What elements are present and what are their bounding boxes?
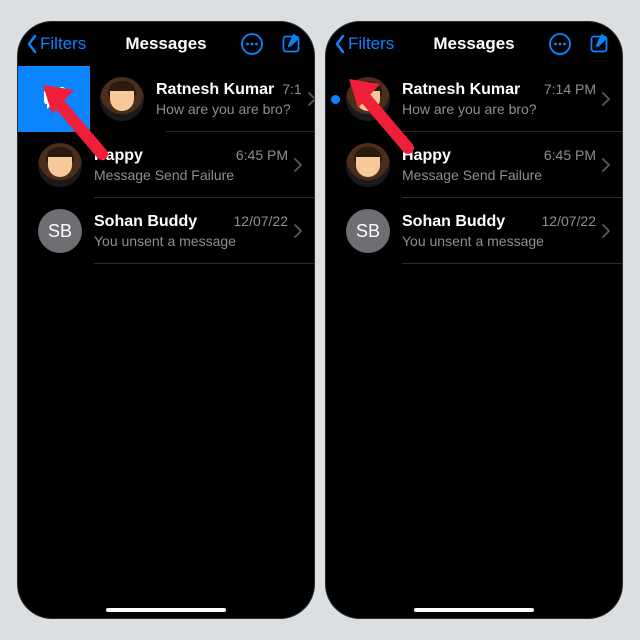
sender-label: Ratnesh Kumar	[402, 81, 536, 99]
list-item[interactable]: Happy 6:45 PM Message Send Failure	[18, 132, 314, 198]
preview-label: How are you are bro?	[402, 101, 596, 117]
back-label: Filters	[40, 34, 86, 54]
conversation-list: Ratnesh Kumar 7:14 PM How are you are br…	[326, 66, 622, 264]
preview-label: Message Send Failure	[94, 167, 288, 183]
compose-icon	[280, 32, 304, 56]
time-label: 7:1	[282, 81, 301, 97]
back-label: Filters	[348, 34, 394, 54]
mark-unread-icon	[39, 84, 69, 114]
list-item[interactable]: SB Sohan Buddy 12/07/22 You unsent a mes…	[18, 198, 314, 264]
unread-col	[326, 95, 344, 104]
more-button[interactable]	[240, 32, 264, 56]
time-label: 12/07/22	[542, 213, 597, 229]
chevron-left-icon	[334, 34, 346, 54]
nav-actions	[548, 32, 612, 56]
chevron-right-icon	[602, 158, 610, 172]
time-label: 6:45 PM	[544, 147, 596, 163]
row-main: Ratnesh Kumar 7:1 How are you are bro?	[156, 81, 302, 117]
preview-label: You unsent a message	[94, 233, 288, 249]
compose-icon	[588, 32, 612, 56]
phone-left: Filters Messages	[18, 22, 314, 618]
avatar	[100, 77, 144, 121]
avatar-initials: SB	[48, 221, 72, 242]
chevron-right-icon	[294, 158, 302, 172]
home-indicator[interactable]	[414, 608, 534, 612]
row-main: Happy 6:45 PM Message Send Failure	[402, 147, 596, 183]
avatar	[346, 143, 390, 187]
list-item[interactable]: Happy 6:45 PM Message Send Failure	[326, 132, 622, 198]
sender-label: Sohan Buddy	[402, 213, 534, 231]
sender-label: Happy	[402, 147, 536, 165]
preview-label: Message Send Failure	[402, 167, 596, 183]
sender-label: Happy	[94, 147, 228, 165]
avatar	[38, 143, 82, 187]
chevron-right-icon	[602, 224, 610, 238]
row-main: Sohan Buddy 12/07/22 You unsent a messag…	[402, 213, 596, 249]
conversation-list: Ratnesh Kumar 7:1 How are you are bro? H…	[18, 66, 314, 264]
time-label: 7:14 PM	[544, 81, 596, 97]
ellipsis-circle-icon	[548, 32, 572, 56]
avatar: SB	[346, 209, 390, 253]
nav-actions	[240, 32, 304, 56]
list-item[interactable]: Ratnesh Kumar 7:1 How are you are bro?	[90, 66, 314, 132]
chevron-right-icon	[602, 92, 610, 106]
avatar: SB	[38, 209, 82, 253]
row-main: Happy 6:45 PM Message Send Failure	[94, 147, 288, 183]
list-item[interactable]: Ratnesh Kumar 7:14 PM How are you are br…	[326, 66, 622, 132]
row-main: Ratnesh Kumar 7:14 PM How are you are br…	[402, 81, 596, 117]
time-label: 6:45 PM	[236, 147, 288, 163]
conversation-row-swiped[interactable]: Ratnesh Kumar 7:1 How are you are bro?	[18, 66, 314, 132]
sender-label: Ratnesh Kumar	[156, 81, 274, 99]
ellipsis-circle-icon	[240, 32, 264, 56]
compose-button[interactable]	[588, 32, 612, 56]
list-item[interactable]: SB Sohan Buddy 12/07/22 You unsent a mes…	[326, 198, 622, 264]
home-indicator[interactable]	[106, 608, 226, 612]
chevron-right-icon	[308, 92, 314, 106]
chevron-right-icon	[294, 224, 302, 238]
time-label: 12/07/22	[234, 213, 289, 229]
more-button[interactable]	[548, 32, 572, 56]
avatar-initials: SB	[356, 221, 380, 242]
back-button[interactable]: Filters	[334, 34, 394, 54]
phone-right: Filters Messages Ratnesh Kumar 7:14 PM H…	[326, 22, 622, 618]
nav-bar: Filters Messages	[326, 22, 622, 66]
preview-label: How are you are bro?	[156, 101, 302, 117]
unread-dot-icon	[331, 95, 340, 104]
back-button[interactable]: Filters	[26, 34, 86, 54]
avatar	[346, 77, 390, 121]
swipe-action-mark-unread[interactable]	[18, 66, 90, 132]
row-main: Sohan Buddy 12/07/22 You unsent a messag…	[94, 213, 288, 249]
compose-button[interactable]	[280, 32, 304, 56]
preview-label: You unsent a message	[402, 233, 596, 249]
sender-label: Sohan Buddy	[94, 213, 226, 231]
nav-bar: Filters Messages	[18, 22, 314, 66]
chevron-left-icon	[26, 34, 38, 54]
